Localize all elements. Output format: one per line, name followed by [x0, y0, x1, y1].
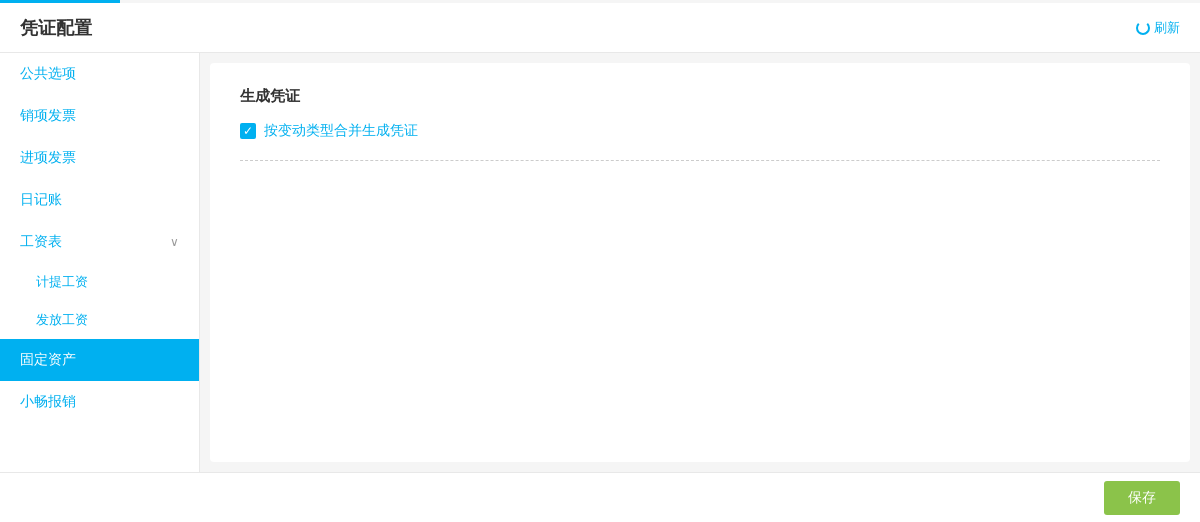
sidebar-item-label: 工资表: [20, 233, 62, 251]
merge-checkbox-label[interactable]: 按变动类型合并生成凭证: [264, 122, 418, 140]
body: 公共选项 销项发票 进项发票 日记账 工资表 ∨ 计提工资 发放工资 固定资: [0, 53, 1200, 472]
sidebar-item-label: 公共选项: [20, 65, 76, 83]
refresh-icon: [1136, 21, 1150, 35]
save-button[interactable]: 保存: [1104, 481, 1180, 515]
merge-checkbox[interactable]: [240, 123, 256, 139]
sidebar-item-payroll-payment[interactable]: 发放工资: [0, 301, 199, 339]
checkbox-row: 按变动类型合并生成凭证: [240, 122, 1160, 140]
sidebar-item-sales-invoice[interactable]: 销项发票: [0, 95, 199, 137]
sidebar-item-label: 固定资产: [20, 351, 76, 369]
sidebar-sub-item-label: 发放工资: [36, 312, 88, 327]
sidebar-item-payroll-accrual[interactable]: 计提工资: [0, 263, 199, 301]
sidebar-sub-item-label: 计提工资: [36, 274, 88, 289]
sidebar-item-journal[interactable]: 日记账: [0, 179, 199, 221]
sidebar-item-purchase-invoice[interactable]: 进项发票: [0, 137, 199, 179]
sidebar-item-label: 进项发票: [20, 149, 76, 167]
chevron-down-icon: ∨: [170, 235, 179, 249]
sidebar-item-label: 小畅报销: [20, 393, 76, 411]
sidebar-item-payroll[interactable]: 工资表 ∨: [0, 221, 199, 263]
footer: 保存: [0, 472, 1200, 522]
section-title: 生成凭证: [240, 87, 1160, 106]
sidebar-item-expense-reimbursement[interactable]: 小畅报销: [0, 381, 199, 423]
sidebar-item-label: 销项发票: [20, 107, 76, 125]
sidebar-item-fixed-assets[interactable]: 固定资产: [0, 339, 199, 381]
page-title: 凭证配置: [20, 16, 92, 40]
header: 凭证配置 刷新: [0, 3, 1200, 53]
sidebar-item-label: 日记账: [20, 191, 62, 209]
refresh-button[interactable]: 刷新: [1136, 19, 1180, 37]
sidebar-item-public-options[interactable]: 公共选项: [0, 53, 199, 95]
sidebar: 公共选项 销项发票 进项发票 日记账 工资表 ∨ 计提工资 发放工资 固定资: [0, 53, 200, 472]
main-content: 生成凭证 按变动类型合并生成凭证: [210, 63, 1190, 462]
page-wrapper: 凭证配置 刷新 公共选项 销项发票 进项发票 日记账 工资表 ∨: [0, 0, 1200, 522]
section-divider: [240, 160, 1160, 161]
refresh-label: 刷新: [1154, 19, 1180, 37]
